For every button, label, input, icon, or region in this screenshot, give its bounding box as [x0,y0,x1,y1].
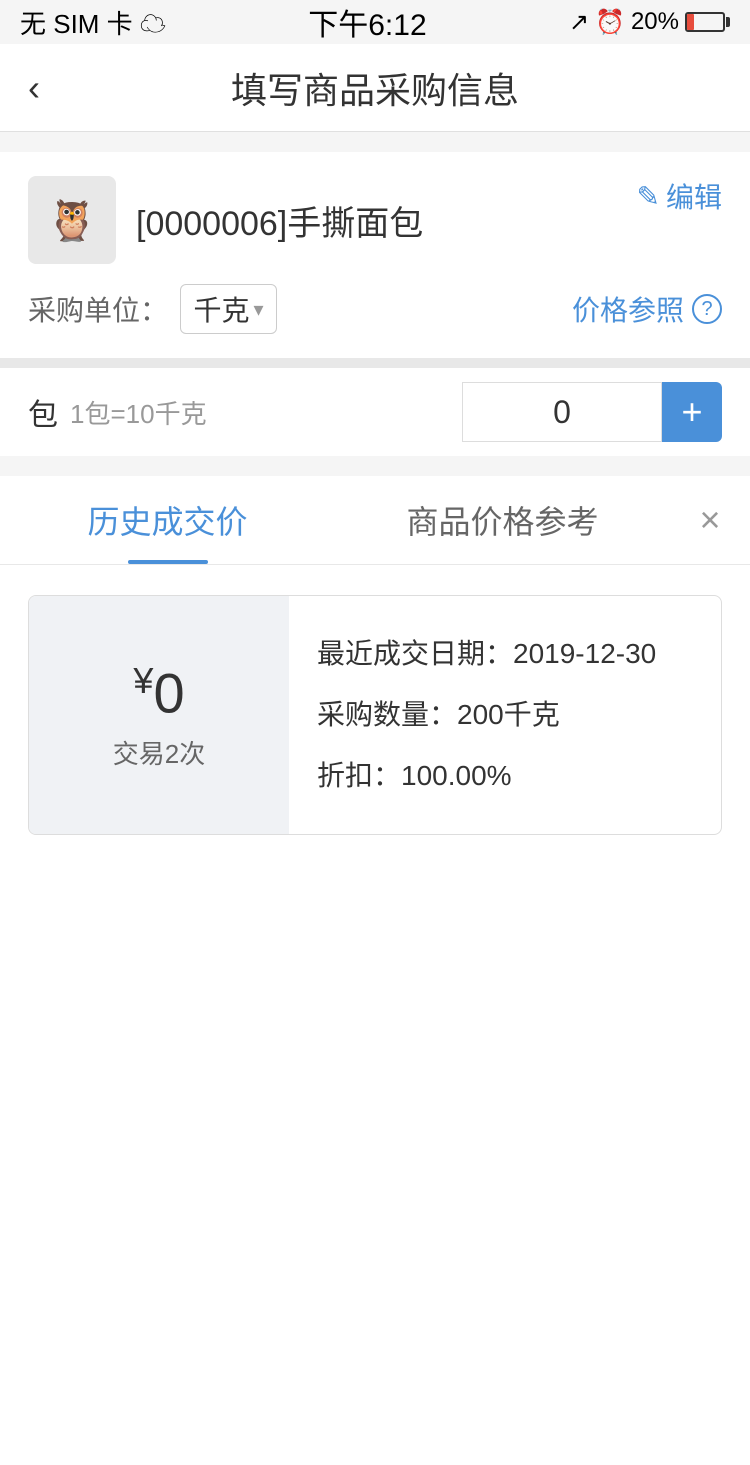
quantity-unit-note: 1包=10千克 [70,394,207,431]
quantity-row: 包 1包=10千克 + [0,368,750,456]
transaction-qty: 采购数量：200千克 [317,693,693,738]
qty-value: 200千克 [457,699,560,730]
unit-label: 采购单位： [28,295,168,326]
edit-icon: ✎ [637,180,660,213]
date-label: 最近成交日期： [317,638,513,669]
transaction-card: ¥0 交易2次 最近成交日期：2019-12-30 采购数量：200千克 折扣：… [28,595,722,835]
status-bar: 无 SIM 卡 ☁ 下午6:12 ↗ ⏰ 20% [0,0,750,44]
product-left: 🦉 [0000006]手撕面包 [28,176,423,264]
date-value: 2019-12-30 [513,638,656,669]
tab-content-history: ¥0 交易2次 最近成交日期：2019-12-30 采购数量：200千克 折扣：… [0,565,750,865]
battery-percent: 20% [631,8,679,36]
discount-label: 折扣： [317,760,401,791]
tabs-close-button[interactable]: × [670,476,750,564]
sim-status: 无 SIM 卡 ☁ [20,4,166,41]
status-right: ↗ ⏰ 20% [569,8,730,37]
page-rest [0,865,750,1465]
status-time: 下午6:12 [308,0,426,44]
transaction-price-value: 0 [153,662,184,725]
product-thumbnail: 🦉 [28,176,116,264]
transaction-count: 交易2次 [113,734,205,771]
tab-history-price[interactable]: 历史成交价 [0,476,335,564]
product-card: 🦉 [0000006]手撕面包 ✎ 编辑 采购单位： 千克 ▾ 价格参照 ? [0,152,750,358]
transaction-price: ¥0 [133,660,184,726]
divider [0,358,750,368]
quantity-label: 包 1包=10千克 [28,390,207,434]
alarm-icon: ⏰ [595,8,625,37]
discount-value: 100.00% [401,760,512,791]
location-icon: ↗ [569,8,589,37]
page-title: 填写商品采购信息 [231,62,519,114]
quantity-controls: + [462,382,722,442]
edit-label: 编辑 [666,176,722,216]
quantity-input-wrap [462,382,662,442]
quantity-input[interactable] [463,394,661,431]
product-logo-icon: 🦉 [47,197,97,244]
product-header: 🦉 [0000006]手撕面包 ✎ 编辑 [28,176,722,264]
product-name: [0000006]手撕面包 [136,196,423,245]
quantity-plus-button[interactable]: + [662,382,722,442]
unit-value: 千克 [193,289,249,329]
transaction-left: ¥0 交易2次 [29,596,289,834]
battery-icon [685,12,730,32]
currency-symbol: ¥ [133,660,153,701]
price-ref-label: 价格参照 [572,289,684,329]
qty-label: 采购数量： [317,699,457,730]
tab-history-price-label: 历史成交价 [87,497,247,543]
tabs-section: 历史成交价 商品价格参考 × ¥0 交易2次 最近成交日期：2019-12-30… [0,476,750,865]
product-unit-row: 采购单位： 千克 ▾ 价格参照 ? [28,284,722,334]
unit-select[interactable]: 千克 ▾ [180,284,276,334]
quantity-unit-icon: 包 [28,390,58,434]
tabs-header: 历史成交价 商品价格参考 × [0,476,750,565]
tab-price-reference[interactable]: 商品价格参考 [335,476,670,564]
tab-price-reference-label: 商品价格参考 [406,497,598,543]
help-icon[interactable]: ? [692,294,722,324]
transaction-discount: 折扣：100.00% [317,754,693,799]
transaction-date: 最近成交日期：2019-12-30 [317,632,693,677]
status-left: 无 SIM 卡 ☁ [20,4,166,41]
unit-label-area: 采购单位： 千克 ▾ [28,284,277,334]
nav-bar: ‹ 填写商品采购信息 [0,44,750,132]
price-ref-button[interactable]: 价格参照 ? [572,289,722,329]
edit-button[interactable]: ✎ 编辑 [637,176,722,216]
back-button[interactable]: ‹ [28,67,40,109]
chevron-down-icon: ▾ [253,297,263,322]
transaction-right: 最近成交日期：2019-12-30 采购数量：200千克 折扣：100.00% [289,596,721,834]
